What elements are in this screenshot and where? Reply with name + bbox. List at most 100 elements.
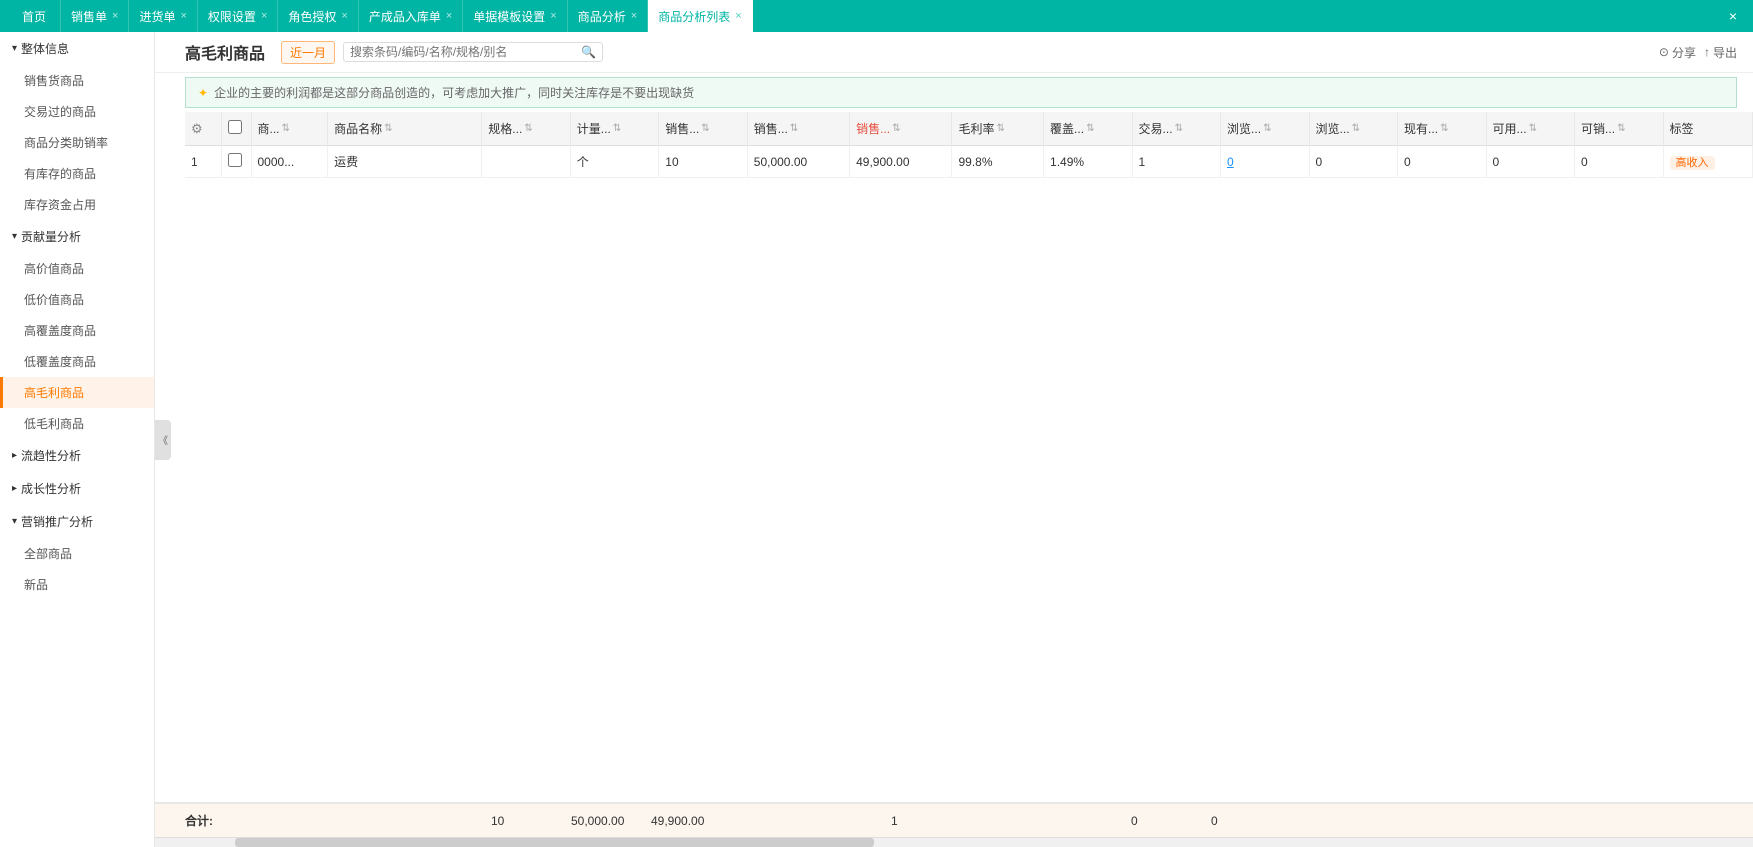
col-sale-count: 销售... ⇅ — [659, 112, 748, 146]
sort-icon[interactable]: ⇅ — [1529, 123, 1537, 134]
cell-code: 0000... — [251, 146, 328, 178]
header-actions: ⊙ 分享 ↑ 导出 — [1659, 44, 1737, 61]
cell-sale-count: 10 — [659, 146, 748, 178]
export-button[interactable]: ↑ 导出 — [1704, 44, 1737, 61]
sort-icon[interactable]: ⇅ — [996, 123, 1004, 134]
sidebar-item-stock-goods[interactable]: 有库存的商品 — [0, 158, 154, 189]
sidebar-item-category-rate[interactable]: 商品分类助销率 — [0, 127, 154, 158]
close-icon[interactable]: × — [261, 10, 267, 22]
cell-name: 运费 — [328, 146, 482, 178]
nav-tab-purchase[interactable]: 进货单 × — [129, 0, 197, 32]
horizontal-scrollbar[interactable] — [155, 837, 1753, 847]
select-all-checkbox[interactable] — [228, 120, 242, 134]
footer-spacer2 — [723, 814, 803, 828]
footer-sale-amount: 50,000.00 — [563, 814, 643, 828]
sidebar-item-new-goods[interactable]: 新品 — [0, 569, 154, 600]
filter-button[interactable]: 近一月 — [281, 41, 335, 64]
close-all-button[interactable]: × — [1721, 8, 1745, 24]
col-gross-margin: 毛利率 ⇅ — [952, 112, 1044, 146]
sidebar: ▾ 整体信息 销售货商品 交易过的商品 商品分类助销率 有库存的商品 库存资金占… — [0, 32, 155, 847]
sidebar-group-contribution[interactable]: ▾ 贡献量分析 — [0, 220, 154, 253]
nav-tab-template[interactable]: 单据模板设置 × — [463, 0, 567, 32]
row-index: 1 — [185, 146, 221, 178]
footer-cells: 10 50,000.00 49,900.00 1 0 0 — [233, 814, 1737, 828]
close-icon[interactable]: × — [735, 10, 741, 22]
col-sale-profit: 销售... ⇅ — [850, 112, 952, 146]
sidebar-group-overview[interactable]: ▾ 整体信息 — [0, 32, 154, 65]
top-nav: 首页 销售单 × 进货单 × 权限设置 × 角色授权 × 产成品入库单 × 单据… — [0, 0, 1753, 32]
cell-browse2: 0 — [1309, 146, 1398, 178]
col-browse1: 浏览... ⇅ — [1221, 112, 1310, 146]
cell-browse1[interactable]: 0 — [1221, 146, 1310, 178]
sort-icon[interactable]: ⇅ — [384, 123, 392, 134]
sort-icon[interactable]: ⇅ — [524, 123, 532, 134]
sidebar-item-low-margin[interactable]: 低毛利商品 — [0, 408, 154, 439]
sidebar-collapse-button[interactable]: 《 — [155, 420, 171, 460]
sidebar-group-growth[interactable]: ▸ 成长性分析 — [0, 472, 154, 505]
cell-tag: 高收入 — [1663, 146, 1752, 178]
sort-icon[interactable]: ⇅ — [1440, 123, 1448, 134]
nav-tab-sales[interactable]: 销售单 × — [61, 0, 129, 32]
chevron-right-icon: ▸ — [12, 450, 17, 461]
sort-icon[interactable]: ⇅ — [1175, 123, 1183, 134]
cell-available: 0 — [1486, 146, 1575, 178]
sort-icon[interactable]: ⇅ — [1352, 123, 1360, 134]
close-icon[interactable]: × — [180, 10, 186, 22]
sort-icon[interactable]: ⇅ — [282, 123, 290, 134]
sort-icon[interactable]: ⇅ — [790, 123, 798, 134]
col-tag: 标签 — [1663, 112, 1752, 146]
close-icon[interactable]: × — [631, 10, 637, 22]
sort-icon[interactable]: ⇅ — [1617, 123, 1625, 134]
sidebar-item-sales-goods[interactable]: 销售货商品 — [0, 65, 154, 96]
sort-icon[interactable]: ⇅ — [1086, 123, 1094, 134]
col-saleable: 可销... ⇅ — [1575, 112, 1664, 146]
footer-spacer4 — [963, 814, 1043, 828]
close-icon[interactable]: × — [341, 10, 347, 22]
sort-icon[interactable]: ⇅ — [1263, 123, 1271, 134]
sidebar-item-high-margin[interactable]: 高毛利商品 — [0, 377, 154, 408]
footer-sale-profit: 49,900.00 — [643, 814, 723, 828]
sidebar-item-low-coverage[interactable]: 低覆盖度商品 — [0, 346, 154, 377]
footer-available: 0 — [1203, 814, 1283, 828]
close-icon[interactable]: × — [446, 10, 452, 22]
nav-tab-product-in[interactable]: 产成品入库单 × — [359, 0, 463, 32]
footer-total-row: 合计: 10 50,000.00 49,900.00 1 0 0 — [155, 802, 1753, 837]
search-input[interactable] — [350, 45, 581, 59]
search-icon[interactable]: 🔍 — [581, 45, 596, 59]
sidebar-item-high-coverage[interactable]: 高覆盖度商品 — [0, 315, 154, 346]
scrollbar-thumb[interactable] — [235, 838, 874, 847]
cell-spec — [482, 146, 571, 178]
close-icon[interactable]: × — [550, 10, 556, 22]
sidebar-item-traded-goods[interactable]: 交易过的商品 — [0, 96, 154, 127]
nav-tab-analysis-list[interactable]: 商品分析列表 × — [648, 0, 752, 32]
share-button[interactable]: ⊙ 分享 — [1659, 44, 1696, 61]
nav-tab-analysis[interactable]: 商品分析 × — [568, 0, 648, 32]
sidebar-group-trend[interactable]: ▸ 流趋性分析 — [0, 439, 154, 472]
col-name: 商品名称 ⇅ — [328, 112, 482, 146]
row-select-checkbox[interactable] — [228, 153, 242, 167]
nav-tab-permission[interactable]: 权限设置 × — [198, 0, 278, 32]
close-icon[interactable]: × — [112, 10, 118, 22]
cell-saleable: 0 — [1575, 146, 1664, 178]
col-coverage: 覆盖... ⇅ — [1044, 112, 1133, 146]
sidebar-item-low-value[interactable]: 低价值商品 — [0, 284, 154, 315]
sort-icon[interactable]: ⇅ — [613, 123, 621, 134]
col-spec: 规格... ⇅ — [482, 112, 571, 146]
sidebar-item-high-value[interactable]: 高价值商品 — [0, 253, 154, 284]
col-browse2: 浏览... ⇅ — [1309, 112, 1398, 146]
cell-sale-profit: 49,900.00 — [850, 146, 952, 178]
sidebar-group-marketing[interactable]: ▾ 营销推广分析 — [0, 505, 154, 538]
nav-tab-role[interactable]: 角色授权 × — [278, 0, 358, 32]
chevron-down-icon: ▾ — [12, 43, 17, 54]
sidebar-item-stock-fund[interactable]: 库存资金占用 — [0, 189, 154, 220]
sort-icon[interactable]: ⇅ — [701, 123, 709, 134]
info-bar: ✦ 企业的主要的利润都是这部分商品创造的，可考虑加大推广，同时关注库存是不要出现… — [185, 77, 1737, 108]
nav-tab-home[interactable]: 首页 — [8, 0, 61, 32]
chevron-down-icon: ▾ — [12, 231, 17, 242]
sort-icon[interactable]: ⇅ — [892, 123, 900, 134]
search-box: 🔍 — [343, 42, 603, 62]
sidebar-item-all-goods[interactable]: 全部商品 — [0, 538, 154, 569]
cell-unit: 个 — [570, 146, 659, 178]
row-checkbox — [221, 146, 251, 178]
column-settings-icon[interactable]: ⚙ — [191, 121, 203, 137]
